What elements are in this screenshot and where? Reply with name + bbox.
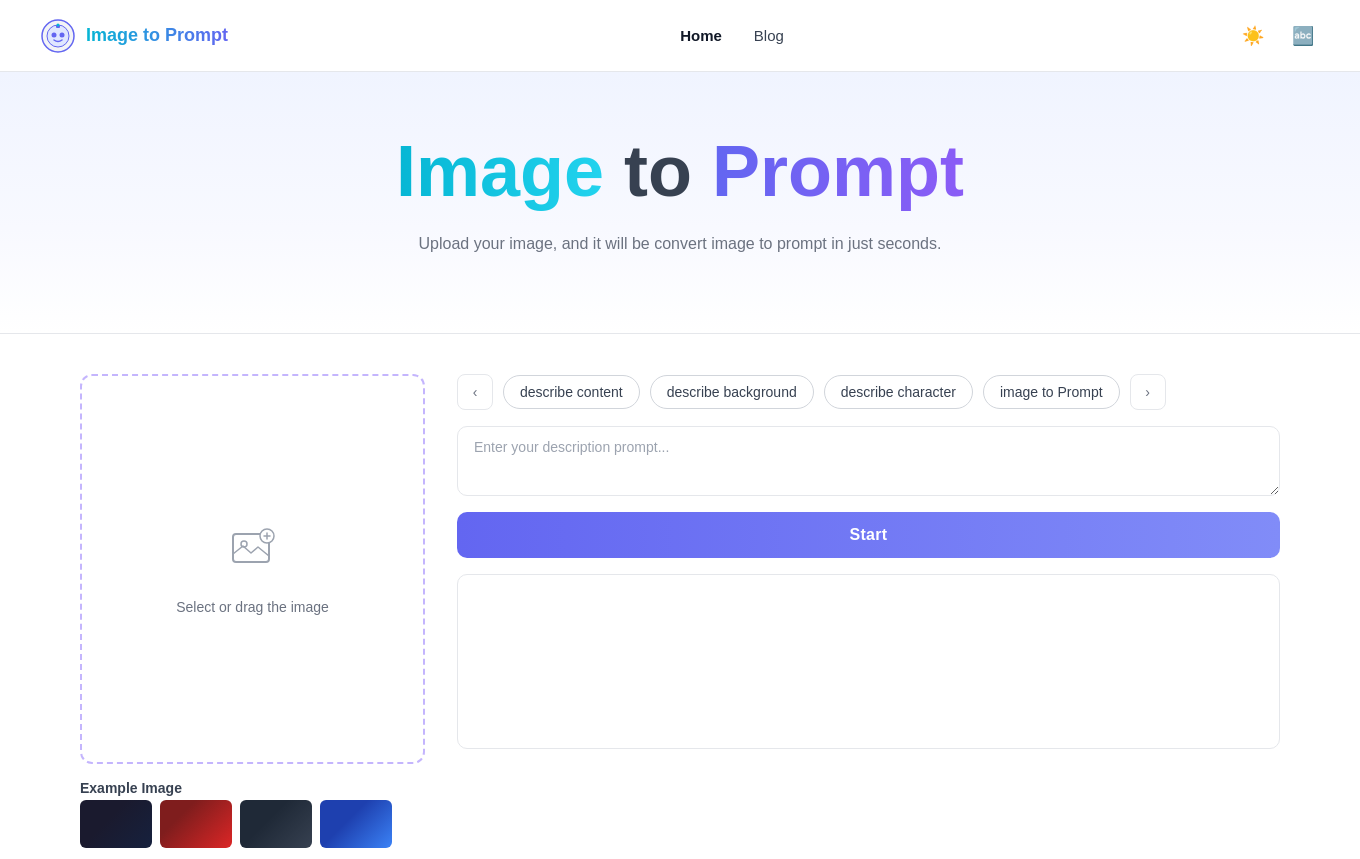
start-button[interactable]: Start <box>457 512 1280 558</box>
prompt-input[interactable] <box>457 426 1280 496</box>
logo-icon <box>40 18 76 54</box>
nav-links: Home Blog <box>680 27 784 44</box>
nav-actions: ☀️ 🔤 <box>1236 19 1320 53</box>
nav-link-home[interactable]: Home <box>680 27 722 44</box>
hero-title: Image to Prompt <box>20 132 1340 211</box>
tab-describe-content[interactable]: describe content <box>503 375 640 409</box>
tab-describe-background[interactable]: describe background <box>650 375 814 409</box>
nav-logo[interactable]: Image to Prompt <box>40 18 228 54</box>
upload-dropzone[interactable]: Select or drag the image <box>80 374 425 764</box>
example-images-section: Example Image <box>80 780 425 848</box>
svg-point-5 <box>57 23 60 26</box>
tab-describe-character[interactable]: describe character <box>824 375 973 409</box>
theme-toggle-button[interactable]: ☀️ <box>1236 19 1270 53</box>
sun-icon: ☀️ <box>1242 25 1264 47</box>
hero-section: Image to Prompt Upload your image, and i… <box>0 72 1360 334</box>
tabs-row: ‹ describe content describe background d… <box>457 374 1280 410</box>
hero-subtitle: Upload your image, and it will be conver… <box>20 235 1340 253</box>
translate-button[interactable]: 🔤 <box>1286 19 1320 53</box>
controls-section: ‹ describe content describe background d… <box>457 374 1280 749</box>
upload-section: Select or drag the image Example Image <box>80 374 425 848</box>
example-images-row <box>80 800 425 848</box>
output-area <box>457 574 1280 749</box>
example-thumb-4[interactable] <box>320 800 392 848</box>
upload-drop-label: Select or drag the image <box>176 599 329 615</box>
upload-icon <box>227 524 279 587</box>
example-thumb-2[interactable] <box>160 800 232 848</box>
svg-point-1 <box>47 25 69 47</box>
navbar: Image to Prompt Home Blog ☀️ 🔤 <box>0 0 1360 72</box>
chevron-left-icon: ‹ <box>473 384 478 400</box>
translate-icon: 🔤 <box>1292 25 1314 47</box>
tabs-next-button[interactable]: › <box>1130 374 1166 410</box>
example-thumb-3[interactable] <box>240 800 312 848</box>
example-label: Example Image <box>80 780 425 796</box>
nav-logo-text: Image to Prompt <box>86 25 228 46</box>
example-thumb-1[interactable] <box>80 800 152 848</box>
hero-title-to: to <box>624 131 712 211</box>
tab-image-to-prompt[interactable]: image to Prompt <box>983 375 1120 409</box>
hero-title-image: Image <box>396 131 604 211</box>
main-content: Select or drag the image Example Image ‹ <box>0 334 1360 859</box>
hero-title-prompt: Prompt <box>712 131 964 211</box>
nav-link-blog[interactable]: Blog <box>754 27 784 44</box>
svg-point-3 <box>60 32 65 37</box>
chevron-right-icon: › <box>1145 384 1150 400</box>
tabs-prev-button[interactable]: ‹ <box>457 374 493 410</box>
svg-point-2 <box>52 32 57 37</box>
